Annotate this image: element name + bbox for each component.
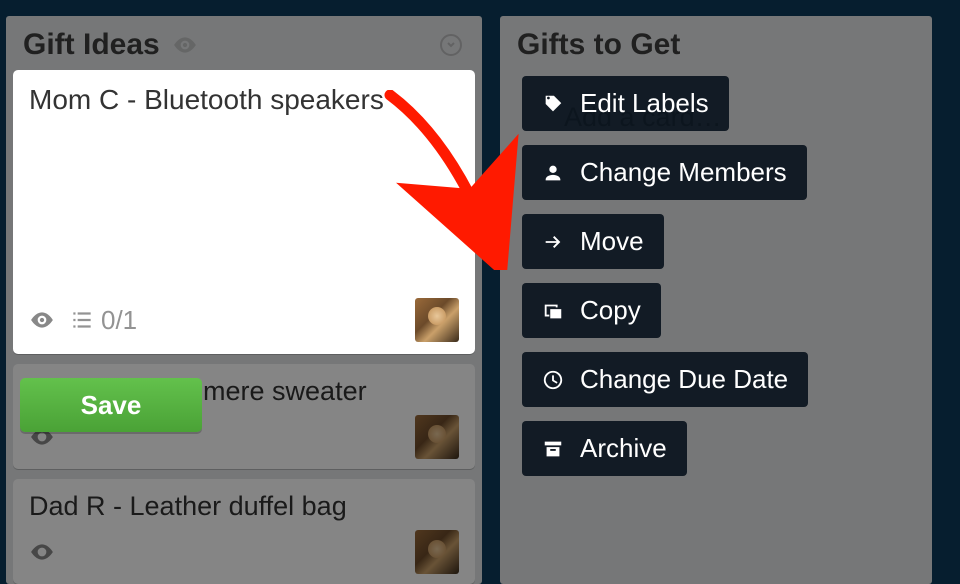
menu-label: Copy: [580, 295, 641, 326]
menu-label: Change Members: [580, 157, 787, 188]
menu-change-members[interactable]: Change Members: [522, 145, 807, 200]
clock-icon: [542, 369, 564, 391]
card-quick-menu: Edit Labels Change Members Move Copy Cha…: [522, 76, 808, 476]
menu-change-due-date[interactable]: Change Due Date: [522, 352, 808, 407]
tag-icon: [542, 93, 564, 115]
watch-icon: [29, 307, 55, 333]
member-avatar[interactable]: [415, 530, 459, 574]
card-editing[interactable]: Mom C - Bluetooth speakers 0/1: [13, 70, 475, 354]
menu-edit-labels[interactable]: Edit Labels: [522, 76, 729, 131]
menu-archive[interactable]: Archive: [522, 421, 687, 476]
person-icon: [542, 162, 564, 184]
menu-copy[interactable]: Copy: [522, 283, 661, 338]
list-header: Gifts to Get: [507, 24, 925, 70]
member-avatar[interactable]: [415, 415, 459, 459]
card-footer: 0/1: [29, 298, 459, 342]
watch-icon: [29, 539, 55, 565]
card-title-input[interactable]: Mom C - Bluetooth speakers: [29, 84, 459, 116]
watch-icon: [172, 32, 198, 58]
menu-move[interactable]: Move: [522, 214, 664, 269]
member-avatar[interactable]: [415, 298, 459, 342]
menu-label: Edit Labels: [580, 88, 709, 119]
archive-icon: [542, 438, 564, 460]
list-gift-ideas: Gift Ideas Mom C - Bluetooth speakers 0/…: [6, 16, 482, 584]
card-title: Dad R - Leather duffel bag: [29, 491, 459, 522]
menu-label: Change Due Date: [580, 364, 788, 395]
list-header: Gift Ideas: [13, 24, 475, 70]
card[interactable]: Dad R - Leather duffel bag: [13, 479, 475, 584]
arrow-right-icon: [542, 231, 564, 253]
list-title[interactable]: Gifts to Get: [517, 28, 680, 62]
copy-icon: [542, 300, 564, 322]
checklist-icon: [69, 307, 95, 333]
menu-label: Move: [580, 226, 644, 257]
list-title[interactable]: Gift Ideas: [23, 28, 160, 62]
menu-label: Archive: [580, 433, 667, 464]
save-button[interactable]: Save: [20, 378, 202, 432]
list-menu-icon[interactable]: [437, 31, 465, 59]
checklist-count: 0/1: [101, 305, 137, 336]
